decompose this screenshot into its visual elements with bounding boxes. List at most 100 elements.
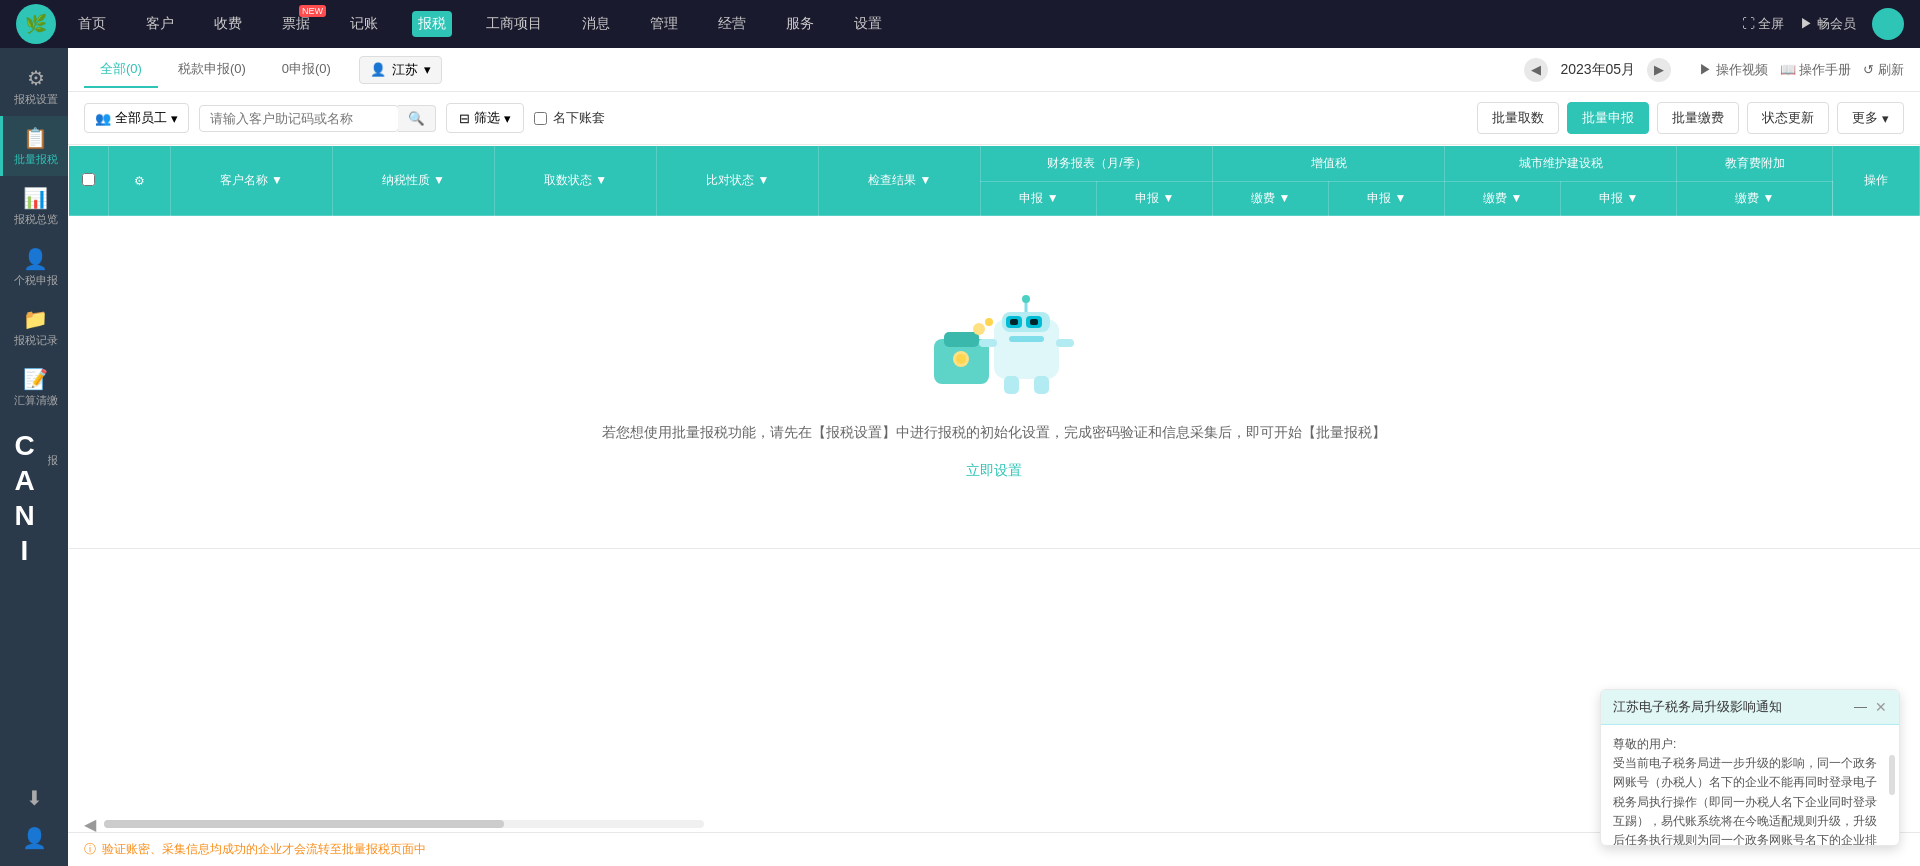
- emp-label: 全部员工: [115, 109, 167, 127]
- nav-fees[interactable]: 收费: [208, 11, 248, 37]
- scroll-track: [104, 820, 704, 828]
- svg-rect-16: [1034, 376, 1049, 394]
- more-dropdown-icon: ▾: [1882, 111, 1889, 126]
- batch-pay-btn[interactable]: 批量缴费: [1657, 102, 1739, 134]
- empty-state: 若您想使用批量报税功能，请先在【报税设置】中进行报税的初始化设置，完成密码验证和…: [79, 224, 1910, 540]
- th-fetch-status: 取数状态 ▼: [494, 146, 656, 216]
- th-check-result: 检查结果 ▼: [819, 146, 981, 216]
- setup-link[interactable]: 立即设置: [966, 462, 1022, 480]
- svg-rect-12: [1009, 336, 1044, 342]
- th-financial-report: 财务报表（月/季）: [981, 146, 1213, 182]
- notif-close-btn[interactable]: ✕: [1875, 699, 1887, 715]
- sidebar-item-tax-records[interactable]: 📁 报税记录: [0, 297, 68, 357]
- account-checkbox-label[interactable]: 名下账套: [534, 109, 605, 127]
- tab-zero-declare[interactable]: 0申报(0): [266, 52, 347, 88]
- scroll-thumb[interactable]: [104, 820, 504, 828]
- svg-point-4: [973, 323, 985, 335]
- notif-minimize-btn[interactable]: —: [1854, 699, 1867, 715]
- tax-settings-icon: ⚙: [27, 66, 45, 90]
- nav-tax[interactable]: 报税: [412, 11, 452, 37]
- tab-tax-declare[interactable]: 税款申报(0): [162, 52, 262, 88]
- employee-selector[interactable]: 👥 全部员工 ▾: [84, 103, 189, 133]
- tax-records-icon: 📁: [23, 307, 48, 331]
- nav-accounting[interactable]: 记账: [344, 11, 384, 37]
- search-button[interactable]: 🔍: [398, 105, 436, 132]
- sidebar-item-tax-settings[interactable]: ⚙ 报税设置: [0, 56, 68, 116]
- new-badge: NEW: [299, 5, 326, 17]
- fullscreen-btn[interactable]: ⛶ 全屏: [1742, 15, 1785, 33]
- nav-settings[interactable]: 设置: [848, 11, 888, 37]
- region-label: 江苏: [392, 61, 418, 79]
- svg-rect-15: [1004, 376, 1019, 394]
- notification-header: 江苏电子税务局升级影响通知 — ✕: [1601, 690, 1899, 725]
- sidebar-item-settlement[interactable]: 📝 汇算清缴: [0, 357, 68, 417]
- sidebar-label-batch-tax: 批量报税: [14, 153, 58, 166]
- top-navigation: 🌿 首页 客户 收费 票据 NEW 记账 报税 工商项目 消息 管理 经营 服务…: [0, 0, 1920, 48]
- download-icon[interactable]: ⬇: [26, 786, 43, 810]
- sidebar-item-tax-overview[interactable]: 📊 报税总览: [0, 176, 68, 236]
- svg-point-18: [1022, 295, 1030, 303]
- th-checkbox: [69, 146, 109, 216]
- toolbar-right-buttons: 批量取数 批量申报 批量缴费 状态更新 更多 ▾: [1477, 102, 1904, 134]
- nav-home[interactable]: 首页: [72, 11, 112, 37]
- toolbar: 👥 全部员工 ▾ 🔍 ⊟ 筛选 ▾ 名下账套 批量取数 批量申报 批量缴费: [68, 92, 1920, 145]
- robot-illustration: [914, 284, 1074, 404]
- scroll-left-btn[interactable]: ◀: [84, 815, 96, 834]
- sidebar-bottom: ⬇ 👤: [22, 786, 47, 866]
- region-icon: 👤: [370, 62, 386, 77]
- status-update-btn[interactable]: 状态更新: [1747, 102, 1829, 134]
- filter-label: 筛选: [474, 109, 500, 127]
- sidebar-item-personal-tax[interactable]: 👤 个税申报: [0, 237, 68, 297]
- th-city-pay: 缴费 ▼: [1445, 182, 1561, 216]
- nav-invoice[interactable]: 票据 NEW: [276, 11, 316, 37]
- notification-scroll-thumb[interactable]: [1889, 755, 1895, 795]
- search-input[interactable]: [199, 105, 399, 132]
- region-selector[interactable]: 👤 江苏 ▾: [359, 56, 442, 84]
- nav-manage[interactable]: 管理: [644, 11, 684, 37]
- sidebar-label-tax-overview: 报税总览: [14, 213, 58, 226]
- account-checkbox[interactable]: [534, 112, 547, 125]
- notification-body-wrapper: 尊敬的用户: 受当前电子税务局进一步升级的影响，同一个政务网账号（办税人）名下的…: [1601, 725, 1899, 845]
- prev-month-btn[interactable]: ◀: [1524, 58, 1548, 82]
- refresh-btn[interactable]: ↺ 刷新: [1863, 61, 1904, 79]
- empty-text: 若您想使用批量报税功能，请先在【报税设置】中进行报税的初始化设置，完成密码验证和…: [602, 424, 1386, 442]
- th-operation: 操作: [1833, 146, 1920, 216]
- batch-tax-icon: 📋: [23, 126, 48, 150]
- manual-btn[interactable]: 📖 操作手册: [1780, 61, 1852, 79]
- nav-business[interactable]: 工商项目: [480, 11, 548, 37]
- nav-operation[interactable]: 经营: [712, 11, 752, 37]
- next-month-btn[interactable]: ▶: [1647, 58, 1671, 82]
- batch-fetch-btn[interactable]: 批量取数: [1477, 102, 1559, 134]
- svg-rect-10: [1010, 319, 1018, 325]
- svg-rect-14: [1056, 339, 1074, 347]
- tax-overview-icon: 📊: [23, 186, 48, 210]
- select-all-checkbox[interactable]: [82, 173, 95, 186]
- nav-message[interactable]: 消息: [576, 11, 616, 37]
- filter-button[interactable]: ⊟ 筛选 ▾: [446, 103, 524, 133]
- bottom-bar-text: 验证账密、采集信息均成功的企业才会流转至批量报税页面中: [102, 841, 426, 858]
- svg-point-5: [985, 318, 993, 326]
- svg-rect-11: [1030, 319, 1038, 325]
- notification-scrollbar: [1889, 725, 1895, 845]
- user-profile-icon[interactable]: 👤: [22, 826, 47, 850]
- tab-all[interactable]: 全部(0): [84, 52, 158, 88]
- month-navigator: ◀ 2023年05月 ▶: [1524, 58, 1671, 82]
- more-btn[interactable]: 更多 ▾: [1837, 102, 1904, 134]
- tab-bar: 全部(0) 税款申报(0) 0申报(0) 👤 江苏 ▾ ◀ 2023年05月 ▶…: [68, 48, 1920, 92]
- svg-rect-1: [944, 332, 979, 347]
- th-vat-declare: 申报 ▼: [1097, 182, 1213, 216]
- th-compare-status: 比对状态 ▼: [657, 146, 819, 216]
- video-tutorial-btn[interactable]: ▶ 操作视频: [1699, 61, 1768, 79]
- nav-service[interactable]: 服务: [780, 11, 820, 37]
- nav-customer[interactable]: 客户: [140, 11, 180, 37]
- svg-rect-13: [979, 339, 997, 347]
- app-logo: 🌿: [16, 4, 56, 44]
- tab-declare-count: (0): [230, 61, 246, 76]
- batch-declare-btn[interactable]: 批量申报: [1567, 102, 1649, 134]
- th-fin-declare: 申报 ▼: [981, 182, 1097, 216]
- membership-btn[interactable]: ▶ 畅会员: [1800, 15, 1856, 33]
- user-avatar[interactable]: [1872, 8, 1904, 40]
- sidebar-label-settlement: 汇算清缴: [14, 394, 58, 407]
- sidebar-item-batch-tax[interactable]: 📋 批量报税: [0, 116, 68, 176]
- tax-table: ⚙ 客户名称 ▼ 纳税性质 ▼ 取数状态 ▼ 比对状态 ▼ 检查结果 ▼ 财务报…: [68, 145, 1920, 549]
